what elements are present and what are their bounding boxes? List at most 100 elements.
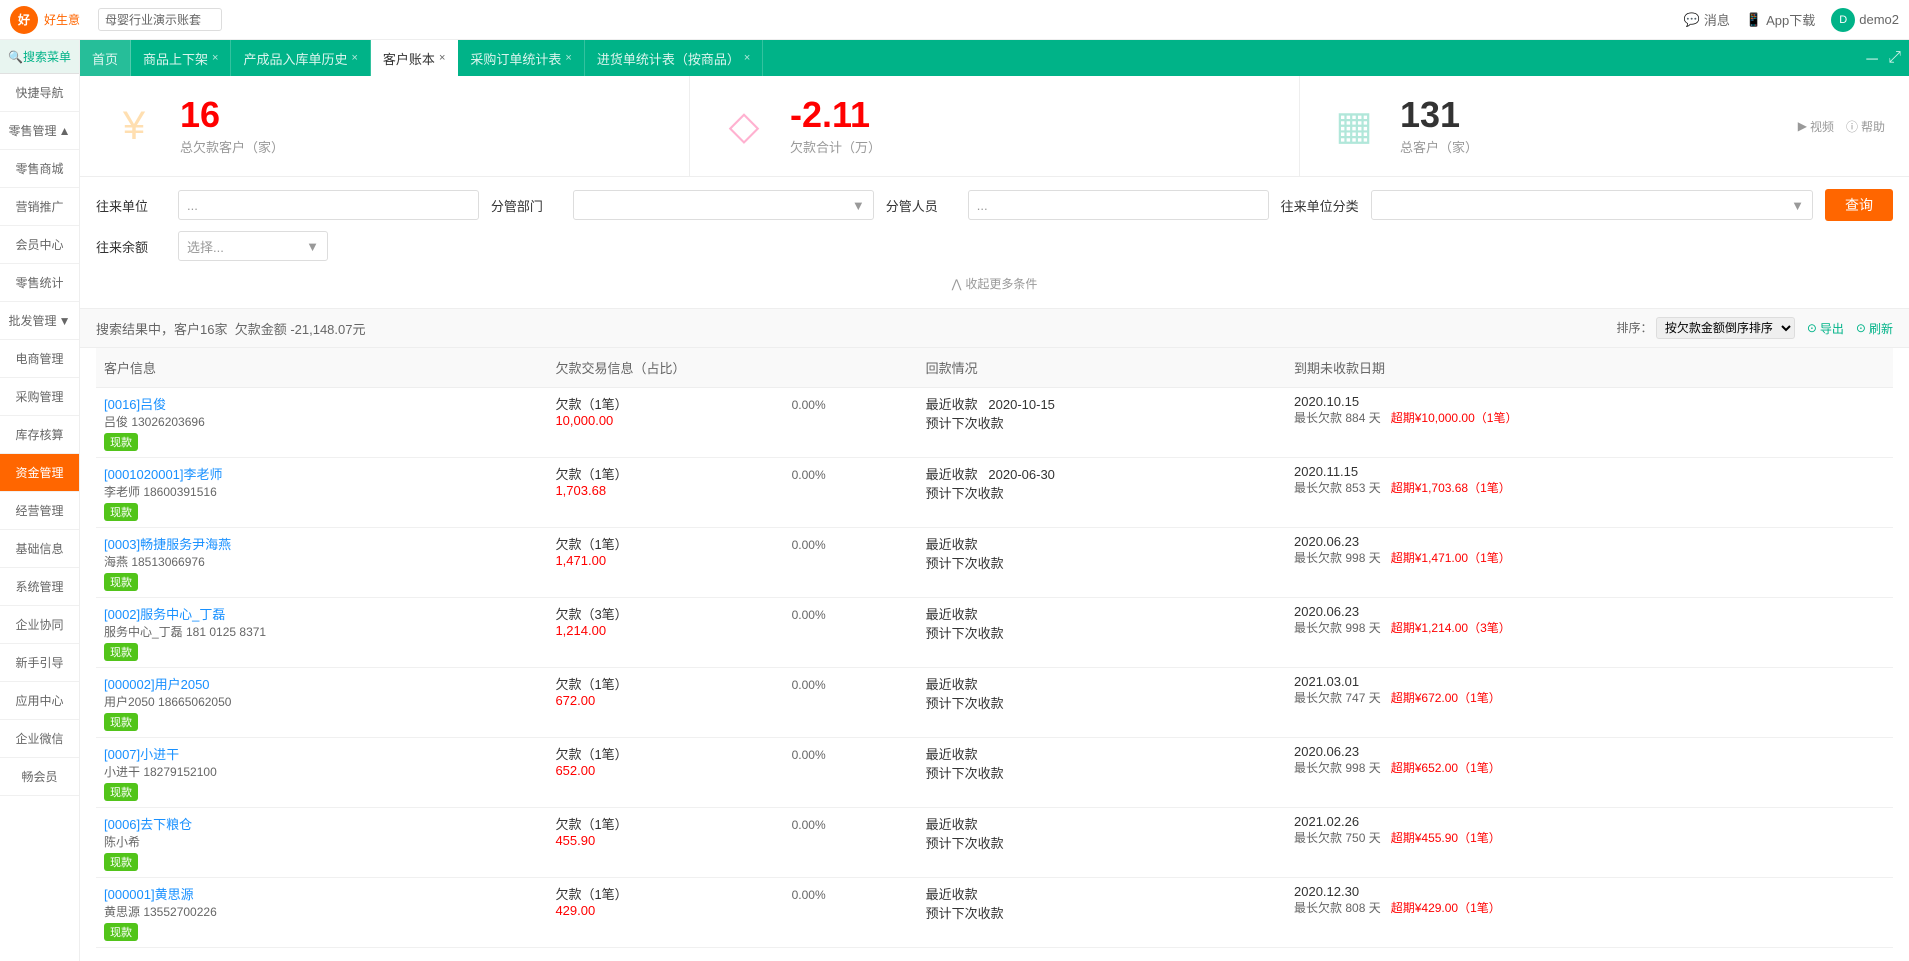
tab-close-3[interactable]: × (439, 52, 445, 64)
sidebar-item-retail-stat[interactable]: 零售统计 (0, 264, 79, 302)
filter-input-person[interactable]: ... (968, 190, 1269, 220)
overdue-link-7[interactable]: 超期¥429.00（1笔） (1391, 901, 1501, 915)
tab-product-status[interactable]: 商品上下架 × (131, 40, 231, 76)
filter-select-balance[interactable]: 选择... ▼ (178, 231, 328, 261)
customer-name-link-3[interactable]: [0002]服务中心_丁磊 (104, 607, 225, 622)
table-row: [0003]畅捷服务尹海燕 海燕 18513066976 现款 欠款（1笔） 1… (96, 528, 1893, 598)
filter-select-category[interactable]: ▼ (1371, 190, 1813, 220)
tab-close-5[interactable]: × (744, 52, 750, 64)
export-icon: ⊙ (1807, 321, 1817, 335)
chevron-balance-icon: ▼ (306, 239, 319, 254)
overdue-link-5[interactable]: 超期¥652.00（1笔） (1391, 761, 1501, 775)
debt-amount-2[interactable]: 1,471.00 (555, 553, 775, 568)
export-btn[interactable]: ⊙ 导出 (1807, 320, 1844, 337)
td-due-0: 2020.10.15 最长欠款 884 天 超期¥10,000.00（1笔） (1286, 388, 1893, 458)
tab-customer-account[interactable]: 客户账本 × (371, 40, 458, 76)
overdue-link-6[interactable]: 超期¥455.90（1笔） (1391, 831, 1501, 845)
debt-amount-0[interactable]: 10,000.00 (555, 413, 775, 428)
customer-name-link-0[interactable]: [0016]吕俊 (104, 397, 166, 412)
message-btn[interactable]: 💬 消息 (1684, 10, 1730, 29)
tab-maximize-btn[interactable]: ⤢ (1888, 49, 1901, 67)
debt-amount-3[interactable]: 1,214.00 (555, 623, 775, 638)
td-due-6: 2021.02.26 最长欠款 750 天 超期¥455.90（1笔） (1286, 808, 1893, 878)
view-video-btn[interactable]: ▶ 视频 (1798, 118, 1834, 135)
td-due-1: 2020.11.15 最长欠款 853 天 超期¥1,703.68（1笔） (1286, 458, 1893, 528)
customer-contact-0: 吕俊 13026203696 (104, 413, 539, 430)
card-number-3: 131 (1400, 97, 1782, 133)
app-download-btn[interactable]: 📱 App下载 (1746, 10, 1815, 29)
tab-minimize-btn[interactable]: － (1864, 46, 1880, 70)
search-button[interactable]: 查询 (1825, 189, 1893, 221)
filter-label-category: 往来单位分类 (1281, 196, 1359, 215)
chevron-up-icon: ⋀ (952, 277, 962, 291)
tab-home[interactable]: 首页 (80, 40, 131, 76)
sidebar-item-quick-nav[interactable]: 快捷导航 (0, 74, 79, 112)
sidebar-item-member2[interactable]: 畅会员 (0, 758, 79, 796)
tab-purchase-order[interactable]: 采购订单统计表 × (458, 40, 584, 76)
tab-purchase-stat[interactable]: 进货单统计表（按商品） × (585, 40, 763, 76)
sidebar-item-finance[interactable]: 资金管理 (0, 454, 79, 492)
customer-name-link-4[interactable]: [000002]用户2050 (104, 677, 210, 692)
sort-select[interactable]: 按欠款金额倒序排序 按欠款金额正序排序 (1656, 317, 1795, 339)
logo-area: 好 好生意 (10, 6, 90, 34)
help-btn[interactable]: ⓘ 帮助 (1846, 118, 1885, 135)
debt-amount-4[interactable]: 672.00 (555, 693, 775, 708)
overdue-link-4[interactable]: 超期¥672.00（1笔） (1391, 691, 1501, 705)
debt-amount-7[interactable]: 429.00 (555, 903, 775, 918)
sidebar-search[interactable]: 🔍 搜索菜单 (0, 40, 79, 74)
overdue-link-1[interactable]: 超期¥1,703.68（1笔） (1391, 481, 1511, 495)
filter-input-unit[interactable]: ... (178, 190, 479, 220)
sidebar-item-inventory[interactable]: 库存核算 (0, 416, 79, 454)
chevron-down-icon: ▲ (59, 124, 71, 138)
td-payment-7: 最近收款 预计下次收款 (918, 878, 1286, 948)
debt-amount-6[interactable]: 455.90 (555, 833, 775, 848)
customer-name-link-5[interactable]: [0007]小进干 (104, 747, 179, 762)
sidebar-item-system[interactable]: 系统管理 (0, 568, 79, 606)
tab-close-1[interactable]: × (212, 52, 218, 64)
customer-name-link-7[interactable]: [000001]黄思源 (104, 887, 194, 902)
td-debt-label-5: 欠款（1笔） 652.00 (547, 738, 783, 808)
sidebar-item-member[interactable]: 会员中心 (0, 226, 79, 264)
refresh-btn[interactable]: ⊙ 刷新 (1856, 320, 1893, 337)
tab-close-4[interactable]: × (565, 52, 571, 64)
sidebar-item-retail-mall[interactable]: 零售商城 (0, 150, 79, 188)
main-layout: 🔍 搜索菜单 快捷导航 零售管理 ▲ 零售商城 营销推广 会员中心 零售统计 (0, 40, 1909, 961)
collapse-btn[interactable]: ⋀ 收起更多条件 (952, 275, 1038, 292)
tab-finished-goods[interactable]: 产成品入库单历史 × (231, 40, 370, 76)
overdue-link-0[interactable]: 超期¥10,000.00（1笔） (1391, 411, 1518, 425)
overdue-link-2[interactable]: 超期¥1,471.00（1笔） (1391, 551, 1511, 565)
table-row: [000001]黄思源 黄思源 13552700226 现款 欠款（1笔） 42… (96, 878, 1893, 948)
user-avatar[interactable]: D demo2 (1831, 8, 1899, 32)
sidebar-item-app-center[interactable]: 应用中心 (0, 682, 79, 720)
sidebar-item-retail-mgmt[interactable]: 零售管理 ▲ (0, 112, 79, 150)
sidebar-item-enterprise[interactable]: 企业协同 (0, 606, 79, 644)
td-payment-0: 最近收款 2020-10-15 预计下次收款 (918, 388, 1286, 458)
customer-name-link-2[interactable]: [0003]畅捷服务尹海燕 (104, 537, 231, 552)
filter-label-balance: 往来余额 (96, 237, 166, 256)
sidebar-item-wholesale[interactable]: 批发管理 ▼ (0, 302, 79, 340)
sidebar-item-purchase[interactable]: 采购管理 (0, 378, 79, 416)
card-number-1: 16 (180, 97, 665, 133)
debt-amount-5[interactable]: 652.00 (555, 763, 775, 778)
table-row: [0006]去下粮仓 陈小希 现款 欠款（1笔） 455.90 0.00% 最近… (96, 808, 1893, 878)
debt-amount-1[interactable]: 1,703.68 (555, 483, 775, 498)
sidebar-item-operations[interactable]: 经营管理 (0, 492, 79, 530)
sidebar-item-marketing[interactable]: 营销推广 (0, 188, 79, 226)
tab-close-2[interactable]: × (351, 52, 357, 64)
sidebar-item-guide[interactable]: 新手引导 (0, 644, 79, 682)
td-debt-percent-0: 0.00% (784, 388, 918, 458)
td-due-3: 2020.06.23 最长欠款 998 天 超期¥1,214.00（3笔） (1286, 598, 1893, 668)
result-bar: 搜索结果中，客户16家 欠款金额 -21,148.07元 排序： 按欠款金额倒序… (80, 309, 1909, 348)
overdue-link-3[interactable]: 超期¥1,214.00（3笔） (1391, 621, 1511, 635)
filter-select-dept[interactable]: ▼ (573, 190, 874, 220)
td-customer-0: [0016]吕俊 吕俊 13026203696 现款 (96, 388, 547, 458)
td-payment-6: 最近收款 预计下次收款 (918, 808, 1286, 878)
data-table: 客户信息 欠款交易信息（占比） 回款情况 到期未收款日期 [0016]吕俊 吕俊… (96, 348, 1893, 948)
customer-name-link-6[interactable]: [0006]去下粮仓 (104, 817, 192, 832)
sidebar-item-ecommerce[interactable]: 电商管理 (0, 340, 79, 378)
table-row: [0007]小进干 小进干 18279152100 现款 欠款（1笔） 652.… (96, 738, 1893, 808)
app-selector[interactable]: 母婴行业演示账套 (98, 8, 222, 31)
customer-name-link-1[interactable]: [0001020001]李老师 (104, 467, 223, 482)
sidebar-item-base-info[interactable]: 基础信息 (0, 530, 79, 568)
sidebar-item-wechat[interactable]: 企业微信 (0, 720, 79, 758)
